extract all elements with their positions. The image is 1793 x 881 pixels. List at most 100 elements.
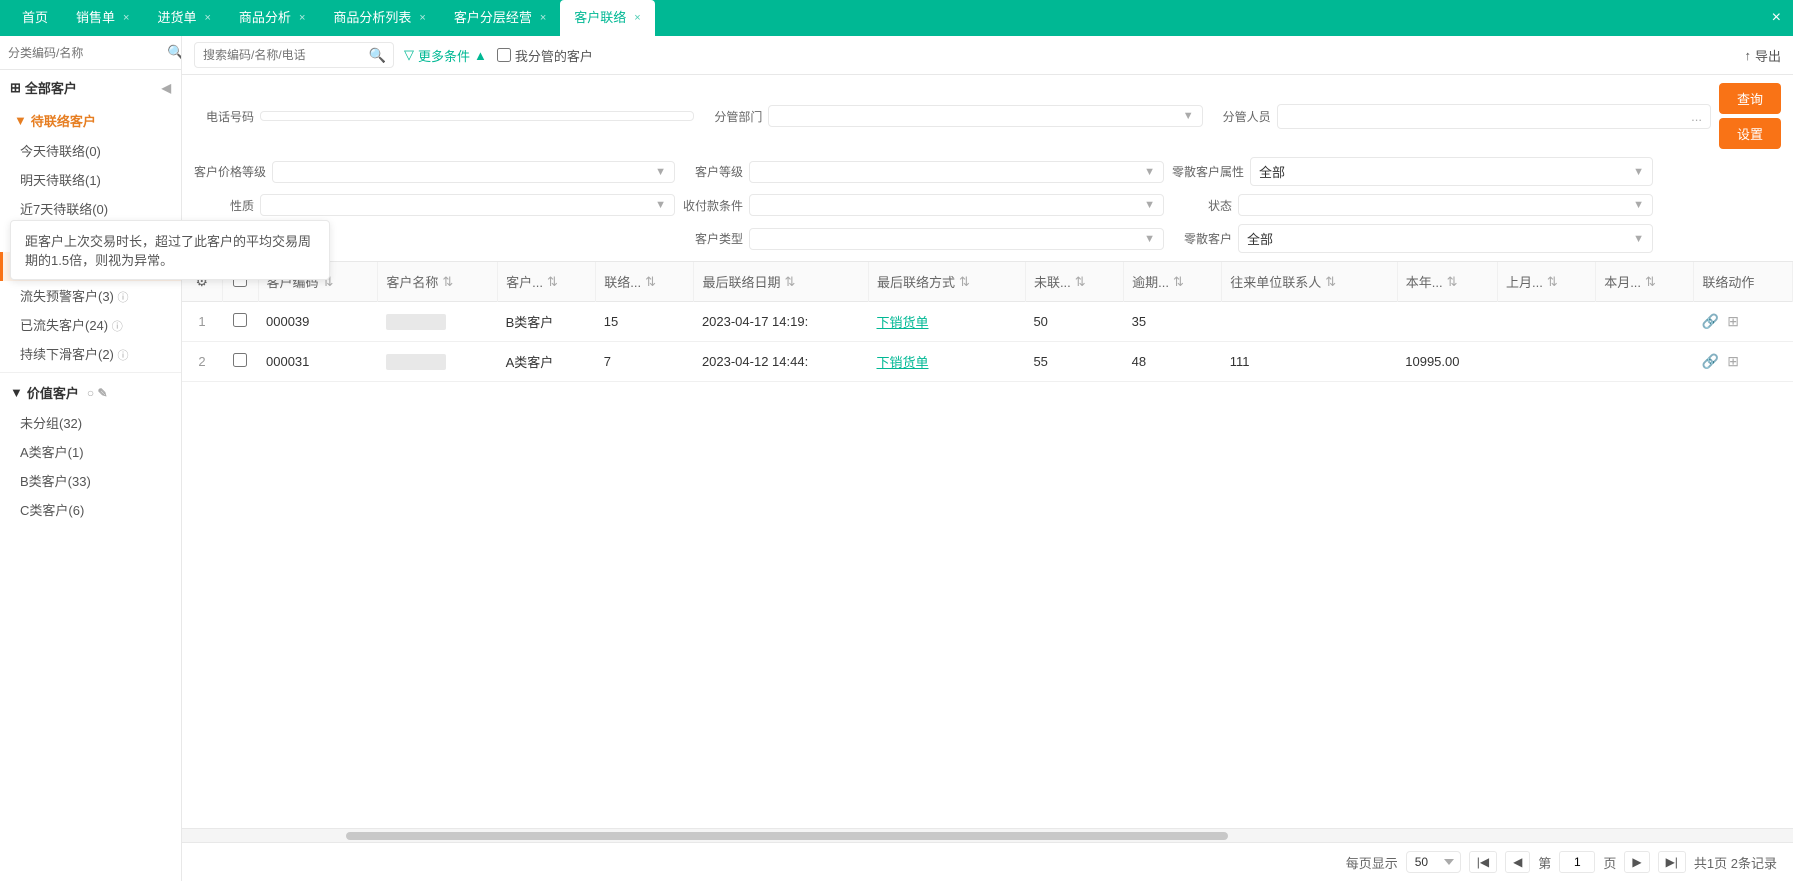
sort-icon-6[interactable]: ⇅ <box>959 274 970 290</box>
sidebar-item-declining[interactable]: 持续下滑客户(2) ⓘ <box>0 339 181 368</box>
sidebar-item-c-class[interactable]: C类客户(6) <box>0 495 181 524</box>
row1-action-icon1[interactable]: 🔗 <box>1702 313 1719 330</box>
row1-last-date: 2023-04-17 14:19: <box>694 302 869 342</box>
filter-phone-input[interactable] <box>260 111 694 121</box>
nav-home[interactable]: 首页 <box>8 0 62 36</box>
row2-year-amt: 10995.00 <box>1397 342 1497 382</box>
page-last-btn[interactable]: ▶| <box>1658 851 1686 873</box>
filter-scatter-select[interactable]: 全部 ▼ <box>1250 157 1653 186</box>
page-prev-btn[interactable]: ◀ <box>1505 851 1530 873</box>
ctype-dropdown-icon: ▼ <box>1144 233 1155 245</box>
sort-icon-4[interactable]: ⇅ <box>645 274 656 290</box>
sidebar-group-pending[interactable]: ▼ 待联络客户 <box>0 105 181 136</box>
nav-sales[interactable]: 销售单 × <box>62 0 143 36</box>
filter-dept-select[interactable]: ▼ <box>768 105 1202 127</box>
row2-method-link[interactable]: 下销货单 <box>877 355 929 370</box>
sidebar-item-7days[interactable]: 近7天待联络(0) <box>0 194 181 223</box>
filter-icon: ▽ <box>404 47 414 63</box>
filter-scatter-cust-label: 零散客户 <box>1172 230 1232 247</box>
sort-icon-12[interactable]: ⇅ <box>1645 274 1656 290</box>
sort-icon-8[interactable]: ⇅ <box>1173 274 1184 290</box>
sidebar-item-tomorrow[interactable]: 明天待联络(1) <box>0 165 181 194</box>
sidebar-group-value[interactable]: ▼ 价值客户 ○ ✎ <box>0 377 181 408</box>
filter-dept-label: 分管部门 <box>702 108 762 125</box>
sidebar-all-customers[interactable]: ⊞ 全部客户 ◀ <box>0 70 181 105</box>
page-size-select[interactable]: 50 100 200 <box>1406 851 1461 873</box>
sort-icon-2[interactable]: ⇅ <box>442 274 453 290</box>
nav-customer-contact-close[interactable]: × <box>634 0 640 36</box>
nav-customer-mgmt-close[interactable]: × <box>540 0 546 36</box>
sidebar-divider <box>0 372 181 373</box>
filter-nature-select[interactable]: ▼ <box>260 194 675 216</box>
nav-analysis-list[interactable]: 商品分析列表 × <box>319 0 439 36</box>
row1-action-icon2[interactable]: ⊞ <box>1727 313 1739 330</box>
export-button[interactable]: ↑ 导出 <box>1744 46 1781 65</box>
filter-row-3: 性质 ▼ 收付款条件 ▼ 状态 <box>194 194 1781 216</box>
edit-icon[interactable]: ○ ✎ <box>87 386 108 400</box>
sidebar-item-today[interactable]: 今天待联络(0) <box>0 136 181 165</box>
page-number-input[interactable] <box>1559 851 1595 873</box>
sidebar-item-lost[interactable]: 已流失客户(24) ⓘ <box>0 310 181 339</box>
page-next-btn[interactable]: ▶ <box>1624 851 1649 873</box>
sort-icon-3[interactable]: ⇅ <box>547 274 558 290</box>
filter-payment-select[interactable]: ▼ <box>749 194 1164 216</box>
query-button[interactable]: 查询 <box>1719 83 1781 114</box>
row2-action-icon1[interactable]: 🔗 <box>1702 353 1719 370</box>
scrollbar-thumb[interactable] <box>346 832 1228 840</box>
th-this-month: 本月...⇅ <box>1596 262 1694 302</box>
row2-action-icon2[interactable]: ⊞ <box>1727 353 1739 370</box>
scatter-dropdown-icon: ▼ <box>1633 166 1644 178</box>
my-customers-checkbox[interactable] <box>497 48 511 62</box>
filter-ctype-select[interactable]: ▼ <box>749 228 1164 250</box>
payment-dropdown-icon: ▼ <box>1144 199 1155 211</box>
nav-customer-contact[interactable]: 客户联络 × <box>560 0 654 36</box>
main-search-input[interactable] <box>194 42 394 68</box>
nav-analysis-list-close[interactable]: × <box>419 0 425 36</box>
filter-payment-label: 收付款条件 <box>683 197 743 214</box>
nav-sales-close[interactable]: × <box>123 0 129 36</box>
query-btn-group: 查询 设置 <box>1719 83 1781 149</box>
row2-select[interactable] <box>233 353 247 367</box>
sidebar-item-b-class[interactable]: B类客户(33) <box>0 466 181 495</box>
filter-price-select[interactable]: ▼ <box>272 161 675 183</box>
row2-checkbox <box>222 342 258 382</box>
row1-method-link[interactable]: 下销货单 <box>877 315 929 330</box>
sort-icon-7[interactable]: ⇅ <box>1075 274 1086 290</box>
window-close-button[interactable]: × <box>1772 9 1781 27</box>
sidebar-search-input[interactable] <box>8 46 163 60</box>
filter-dept: 分管部门 ▼ <box>702 105 1202 127</box>
sidebar-item-a-class[interactable]: A类客户(1) <box>0 437 181 466</box>
sidebar-collapse-btn[interactable]: ◀ <box>162 81 171 95</box>
row1-select[interactable] <box>233 313 247 327</box>
row2-type: A类客户 <box>498 342 596 382</box>
filter-manager-select[interactable]: ... <box>1277 104 1711 129</box>
page-first-btn[interactable]: |◀ <box>1469 851 1497 873</box>
nav-analysis-close[interactable]: × <box>299 0 305 36</box>
filter-customer-grade: 客户等级 ▼ <box>683 161 1164 183</box>
filter-grade-select[interactable]: ▼ <box>749 161 1164 183</box>
sort-icon-10[interactable]: ⇅ <box>1447 274 1458 290</box>
row2-code: 000031 <box>258 342 378 382</box>
filter-status-select[interactable]: ▼ <box>1238 194 1653 216</box>
my-customers-checkbox-label[interactable]: 我分管的客户 <box>497 46 593 65</box>
sort-icon-5[interactable]: ⇅ <box>784 274 795 290</box>
row2-name <box>378 342 498 382</box>
filter-scatter-cust-select[interactable]: 全部 ▼ <box>1238 224 1653 253</box>
page-unit: 页 <box>1603 853 1616 872</box>
sidebar-item-ungroup[interactable]: 未分组(32) <box>0 408 181 437</box>
nav-analysis[interactable]: 商品分析 × <box>225 0 319 36</box>
sort-icon-9[interactable]: ⇅ <box>1325 274 1336 290</box>
more-conditions-btn[interactable]: ▽ 更多条件 ▲ <box>404 46 487 65</box>
nav-purchase-close[interactable]: × <box>204 0 210 36</box>
nav-customer-mgmt[interactable]: 客户分层经营 × <box>440 0 560 36</box>
th-contact-cnt: 联络...⇅ <box>596 262 694 302</box>
triangle-icon: ▼ <box>14 113 27 128</box>
sidebar: 🔍 ⊞ 全部客户 ◀ ▼ 待联络客户 今天待联络(0) 明天待联络(1) 近7天… <box>0 36 182 881</box>
row1-index: 1 <box>182 302 222 342</box>
horizontal-scrollbar[interactable] <box>182 828 1793 842</box>
sidebar-item-loss-warning[interactable]: 流失预警客户(3) ⓘ <box>0 281 181 310</box>
sort-icon-11[interactable]: ⇅ <box>1547 274 1558 290</box>
nav-purchase[interactable]: 进货单 × <box>143 0 224 36</box>
settings-button[interactable]: 设置 <box>1719 118 1781 149</box>
th-last-month: 上月...⇅ <box>1498 262 1596 302</box>
